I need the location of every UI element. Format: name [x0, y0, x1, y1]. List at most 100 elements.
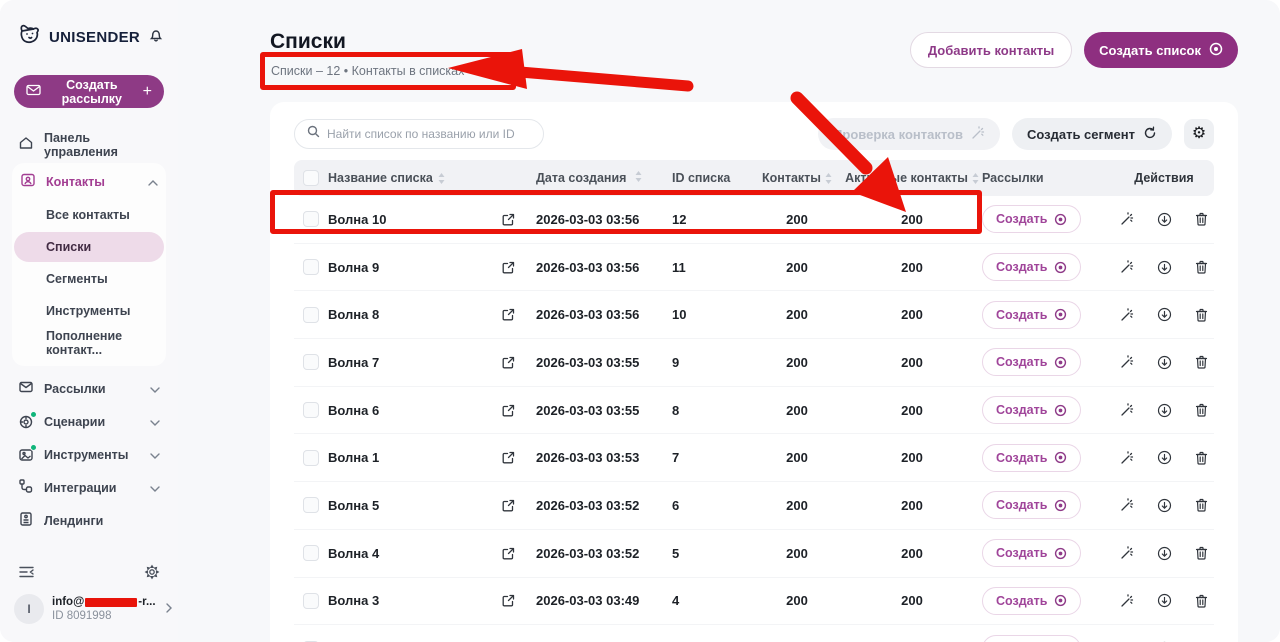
open-list-external-link-icon[interactable] — [502, 213, 515, 226]
clean-list-wand-icon[interactable] — [1120, 355, 1134, 370]
create-campaign-for-list-button[interactable]: Создать — [982, 348, 1082, 377]
sidebar-item-segments[interactable]: Сегменты — [14, 264, 164, 294]
export-download-icon[interactable] — [1157, 260, 1172, 275]
row-checkbox[interactable] — [303, 259, 319, 276]
table-row[interactable]: Волна 4 2026-03-03 03:52 5 200 200 Созда… — [294, 530, 1214, 578]
sidebar-item-contacts[interactable]: Контакты — [14, 165, 164, 198]
column-header-date[interactable]: Дата создания — [536, 171, 672, 185]
clean-list-wand-icon[interactable] — [1120, 450, 1134, 465]
export-download-icon[interactable] — [1157, 498, 1172, 513]
create-campaign-for-list-button[interactable]: Создать — [982, 396, 1082, 425]
column-header-id[interactable]: ID списка — [672, 171, 752, 185]
account-menu[interactable]: I info@ -r... ID 8091998 — [12, 594, 172, 628]
create-segment-label: Создать сегмент — [1026, 126, 1135, 142]
row-checkbox[interactable] — [303, 449, 319, 466]
create-campaign-for-list-button[interactable]: Создать — [982, 491, 1082, 520]
table-row[interactable]: Волна 6 2026-03-03 03:55 8 200 200 Созда… — [294, 387, 1214, 435]
open-list-external-link-icon[interactable] — [502, 594, 515, 607]
collapse-sidebar-icon[interactable] — [18, 565, 35, 579]
delete-trash-icon[interactable] — [1195, 355, 1208, 370]
open-list-external-link-icon[interactable] — [502, 261, 515, 274]
create-campaign-button[interactable]: Создать рассылку + — [14, 75, 164, 108]
clean-list-wand-icon[interactable] — [1120, 498, 1134, 513]
open-list-external-link-icon[interactable] — [502, 547, 515, 560]
sidebar-item-scenarios[interactable]: Сценарии — [12, 405, 166, 438]
row-checkbox[interactable] — [303, 545, 319, 562]
row-checkbox[interactable] — [303, 402, 319, 419]
sidebar-item-tools[interactable]: Инструменты — [14, 296, 164, 326]
table-row[interactable]: Волна 8 2026-03-03 03:56 10 200 200 Созд… — [294, 291, 1214, 340]
sidebar-item-campaigns[interactable]: Рассылки — [12, 372, 166, 405]
table-row[interactable]: Волна 2 2026-03-03 03:49 3 200 200 Созда… — [294, 625, 1214, 642]
sort-icon[interactable] — [825, 172, 832, 184]
create-campaign-for-list-button[interactable]: Создать — [982, 539, 1082, 568]
open-list-external-link-icon[interactable] — [502, 499, 515, 512]
row-checkbox[interactable] — [303, 592, 319, 609]
create-campaign-for-list-button[interactable]: Создать — [982, 205, 1082, 234]
sidebar-item-dashboard[interactable]: Панель управления — [12, 128, 166, 161]
open-list-external-link-icon[interactable] — [502, 308, 515, 321]
delete-trash-icon[interactable] — [1195, 546, 1208, 561]
row-checkbox[interactable] — [303, 306, 319, 323]
sort-icon[interactable] — [972, 172, 979, 184]
create-campaign-for-list-button[interactable]: Создать — [982, 443, 1082, 472]
sidebar-item-lists[interactable]: Списки — [14, 232, 164, 262]
open-list-external-link-icon[interactable] — [502, 404, 515, 417]
create-segment-button[interactable]: Создать сегмент — [1011, 118, 1172, 150]
export-download-icon[interactable] — [1157, 307, 1172, 322]
clean-list-wand-icon[interactable] — [1120, 403, 1134, 418]
create-campaign-for-list-button[interactable]: Создать — [982, 586, 1082, 615]
clean-list-wand-icon[interactable] — [1120, 546, 1134, 561]
delete-trash-icon[interactable] — [1195, 450, 1208, 465]
row-checkbox[interactable] — [303, 354, 319, 371]
clean-list-wand-icon[interactable] — [1120, 593, 1134, 608]
column-header-active-contacts[interactable]: Активные контакты — [842, 171, 982, 185]
select-all-checkbox[interactable] — [303, 170, 319, 186]
delete-trash-icon[interactable] — [1195, 260, 1208, 275]
sort-icon[interactable] — [635, 171, 642, 182]
delete-trash-icon[interactable] — [1195, 212, 1208, 227]
sidebar-item-integrations[interactable]: Интеграции — [12, 471, 166, 504]
export-download-icon[interactable] — [1157, 593, 1172, 608]
export-download-icon[interactable] — [1157, 403, 1172, 418]
open-list-external-link-icon[interactable] — [502, 356, 515, 369]
sidebar-item-contact-replenish[interactable]: Пополнение контакт... — [14, 328, 164, 358]
create-campaign-for-list-button[interactable]: Создать — [982, 634, 1082, 642]
export-download-icon[interactable] — [1157, 450, 1172, 465]
delete-trash-icon[interactable] — [1195, 498, 1208, 513]
table-row[interactable]: Волна 1 2026-03-03 03:53 7 200 200 Созда… — [294, 434, 1214, 483]
table-row[interactable]: Волна 7 2026-03-03 03:55 9 200 200 Созда… — [294, 339, 1214, 387]
export-download-icon[interactable] — [1157, 212, 1172, 227]
delete-trash-icon[interactable] — [1195, 593, 1208, 608]
notifications-bell-icon[interactable] — [148, 27, 164, 48]
search-input[interactable] — [327, 127, 531, 141]
export-download-icon[interactable] — [1157, 546, 1172, 561]
sort-icon[interactable] — [438, 172, 445, 184]
check-contacts-button[interactable]: Проверка контактов — [818, 118, 1000, 150]
sidebar-item-all-contacts[interactable]: Все контакты — [14, 200, 164, 230]
delete-trash-icon[interactable] — [1195, 403, 1208, 418]
settings-gear-icon[interactable] — [144, 564, 160, 580]
table-settings-gear-icon[interactable]: ⚙ — [1184, 119, 1214, 149]
export-download-icon[interactable] — [1157, 355, 1172, 370]
add-contacts-button[interactable]: Добавить контакты — [909, 32, 1073, 68]
search-box[interactable] — [294, 119, 544, 149]
delete-trash-icon[interactable] — [1195, 307, 1208, 322]
open-list-external-link-icon[interactable] — [502, 451, 515, 464]
column-header-contacts[interactable]: Контакты — [752, 171, 842, 185]
table-row[interactable]: Волна 5 2026-03-03 03:52 6 200 200 Созда… — [294, 482, 1214, 530]
sidebar-item-landings[interactable]: Лендинги — [12, 504, 166, 537]
row-checkbox[interactable] — [303, 211, 319, 228]
sidebar-item-instruments[interactable]: Инструменты — [12, 438, 166, 471]
table-row[interactable]: Волна 9 2026-03-03 03:56 11 200 200 Созд… — [294, 244, 1214, 292]
clean-list-wand-icon[interactable] — [1120, 212, 1134, 227]
clean-list-wand-icon[interactable] — [1120, 260, 1134, 275]
column-header-name[interactable]: Название списка — [328, 171, 480, 185]
row-checkbox[interactable] — [303, 497, 319, 514]
table-row[interactable]: Волна 10 2026-03-03 03:56 12 200 200 Соз… — [294, 196, 1214, 244]
table-row[interactable]: Волна 3 2026-03-03 03:49 4 200 200 Созда… — [294, 578, 1214, 626]
create-campaign-for-list-button[interactable]: Создать — [982, 253, 1082, 282]
create-list-button[interactable]: Создать список — [1084, 32, 1238, 68]
create-campaign-for-list-button[interactable]: Создать — [982, 300, 1082, 329]
clean-list-wand-icon[interactable] — [1120, 307, 1134, 322]
